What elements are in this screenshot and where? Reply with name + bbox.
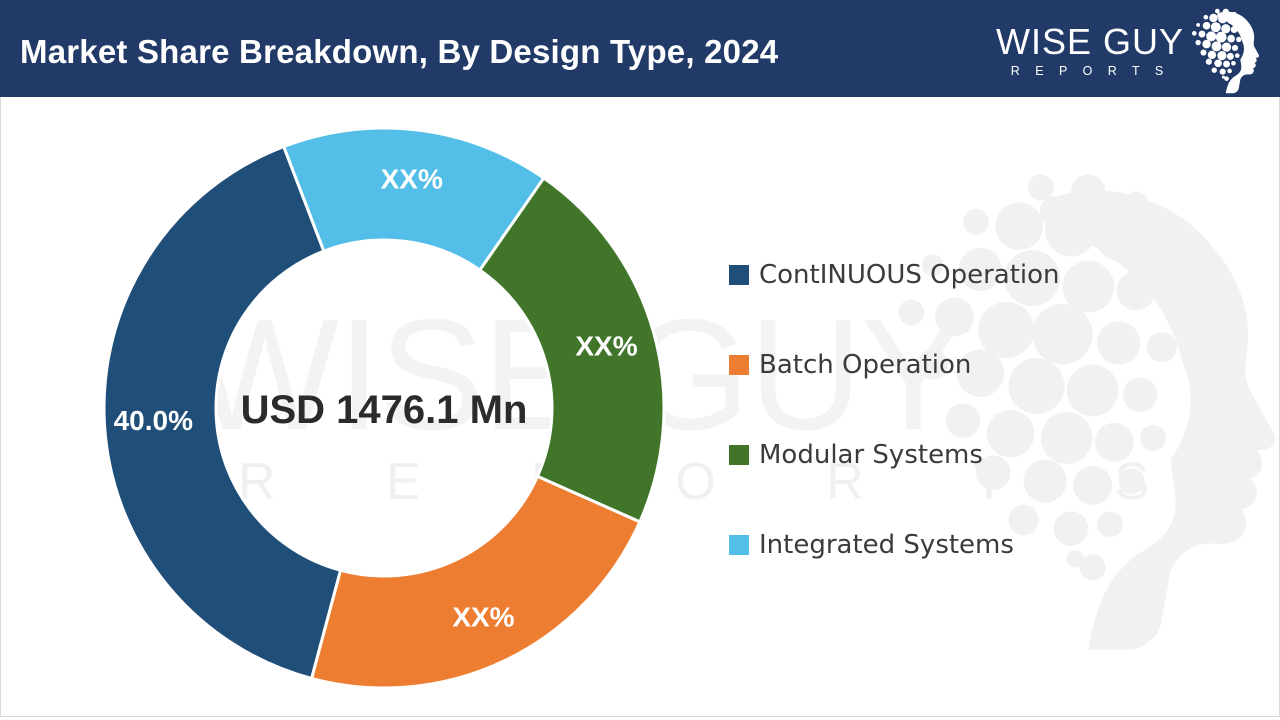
legend-label: ContINUOUS Operation — [759, 260, 1060, 290]
legend-swatch — [729, 535, 749, 555]
legend-item: Batch Operation — [729, 350, 1060, 380]
legend-label: Modular Systems — [759, 440, 983, 470]
legend-item: Integrated Systems — [729, 530, 1060, 560]
legend-swatch — [729, 445, 749, 465]
donut-chart: XX% XX% XX% 40.0% USD 1476.1 Mn — [102, 126, 666, 690]
legend-label: Batch Operation — [759, 350, 972, 380]
legend-swatch — [729, 265, 749, 285]
segment-percent-label: 40.0% — [114, 405, 193, 436]
legend-item: ContINUOUS Operation — [729, 260, 1060, 290]
donut-segment — [310, 474, 642, 690]
chart-page: WISE GUY R E P O R T S Market Share Brea… — [0, 0, 1280, 720]
segment-percent-label: XX% — [381, 163, 443, 194]
frame-border-left — [0, 97, 1, 716]
legend: ContINUOUS Operation Batch Operation Modul… — [729, 260, 1060, 560]
legend-label: Integrated Systems — [759, 530, 1014, 560]
legend-item: Modular Systems — [729, 440, 1060, 470]
center-value-label: USD 1476.1 Mn — [241, 388, 528, 432]
legend-swatch — [729, 355, 749, 375]
frame-border-bottom — [0, 716, 1280, 717]
segment-percent-label: XX% — [452, 601, 514, 632]
segment-percent-label: XX% — [575, 331, 637, 362]
